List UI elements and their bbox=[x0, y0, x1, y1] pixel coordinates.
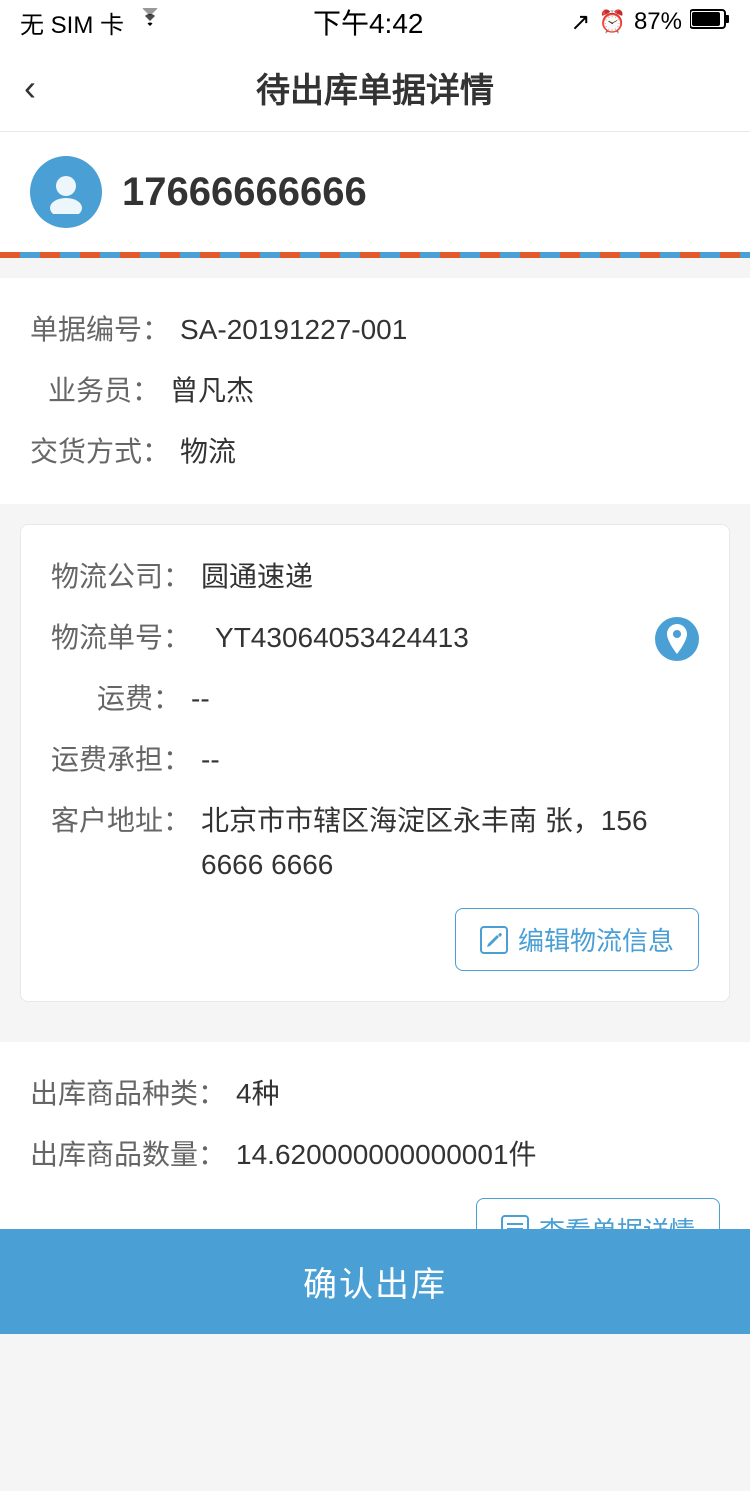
carrier-text: 无 SIM 卡 bbox=[20, 5, 124, 40]
goods-quantity-label: 出库商品数量： bbox=[30, 1133, 236, 1178]
dashed-separator bbox=[0, 252, 750, 258]
sales-person-label: 业务员： bbox=[30, 369, 170, 414]
goods-types-value: 4种 bbox=[236, 1072, 720, 1117]
tracking-no-row: 物流单号： YT43064053424413 bbox=[51, 616, 699, 661]
user-avatar bbox=[30, 156, 102, 228]
edit-btn-row: 编辑物流信息 bbox=[51, 908, 699, 971]
delivery-method-label: 交货方式： bbox=[30, 430, 180, 475]
address-row: 客户地址： 北京市市辖区海淀区永丰南 张，156 6666 6666 bbox=[51, 799, 699, 889]
logistics-company-label: 物流公司： bbox=[51, 555, 201, 600]
goods-types-label: 出库商品种类： bbox=[30, 1072, 236, 1117]
address-label: 客户地址： bbox=[51, 799, 201, 844]
location-icon: ↗ bbox=[570, 8, 590, 37]
status-left: 无 SIM 卡 bbox=[20, 5, 166, 40]
freight-label: 运费： bbox=[51, 677, 191, 722]
back-button[interactable]: ‹ bbox=[24, 67, 36, 109]
page-title: 待出库单据详情 bbox=[256, 63, 494, 112]
document-no-label: 单据编号： bbox=[30, 308, 180, 353]
logistics-section: 物流公司： 圆通速递 物流单号： YT43064053424413 运费： --… bbox=[20, 524, 730, 1002]
status-bar: 无 SIM 卡 下午4:42 ↗ ⏰ 87% bbox=[0, 0, 750, 44]
nav-bar: ‹ 待出库单据详情 bbox=[0, 44, 750, 132]
tracking-no-value: YT43064053424413 bbox=[215, 616, 641, 661]
edit-logistics-button[interactable]: 编辑物流信息 bbox=[455, 908, 699, 971]
basic-info-section: 单据编号： SA-20191227-001 业务员： 曾凡杰 交货方式： 物流 bbox=[0, 278, 750, 504]
goods-quantity-row: 出库商品数量： 14.620000000000001件 bbox=[30, 1133, 720, 1178]
document-no-row: 单据编号： SA-20191227-001 bbox=[30, 308, 720, 353]
status-right: ↗ ⏰ 87% bbox=[570, 8, 730, 37]
goods-types-row: 出库商品种类： 4种 bbox=[30, 1072, 720, 1117]
freight-bearer-label: 运费承担： bbox=[51, 738, 201, 783]
freight-bearer-row: 运费承担： -- bbox=[51, 738, 699, 783]
tracking-no-label: 物流单号： bbox=[51, 616, 201, 661]
delivery-method-row: 交货方式： 物流 bbox=[30, 430, 720, 475]
freight-bearer-value: -- bbox=[201, 738, 699, 783]
confirm-btn-wrap: 确认出库 bbox=[0, 1229, 750, 1334]
sales-person-value: 曾凡杰 bbox=[170, 369, 720, 414]
user-header: 17666666666 bbox=[0, 132, 750, 252]
user-phone: 17666666666 bbox=[122, 170, 367, 215]
logistics-company-value: 圆通速递 bbox=[201, 555, 699, 600]
delivery-method-value: 物流 bbox=[180, 430, 720, 475]
edit-logistics-label: 编辑物流信息 bbox=[518, 921, 674, 958]
freight-row: 运费： -- bbox=[51, 677, 699, 722]
battery-text: 87% bbox=[634, 8, 682, 36]
address-value: 北京市市辖区海淀区永丰南 张，156 6666 6666 bbox=[201, 799, 699, 889]
status-time: 下午4:42 bbox=[313, 2, 424, 42]
tracking-location-icon[interactable] bbox=[655, 617, 699, 661]
section-divider bbox=[0, 1002, 750, 1022]
sales-person-row: 业务员： 曾凡杰 bbox=[30, 369, 720, 414]
confirm-outbound-button[interactable]: 确认出库 bbox=[303, 1257, 447, 1306]
battery-icon bbox=[690, 8, 730, 37]
goods-quantity-value: 14.620000000000001件 bbox=[236, 1133, 720, 1178]
alarm-icon: ⏰ bbox=[599, 9, 626, 35]
freight-value: -- bbox=[191, 677, 699, 722]
document-no-value: SA-20191227-001 bbox=[180, 308, 720, 353]
wifi-icon bbox=[134, 8, 166, 37]
logistics-company-row: 物流公司： 圆通速递 bbox=[51, 555, 699, 600]
